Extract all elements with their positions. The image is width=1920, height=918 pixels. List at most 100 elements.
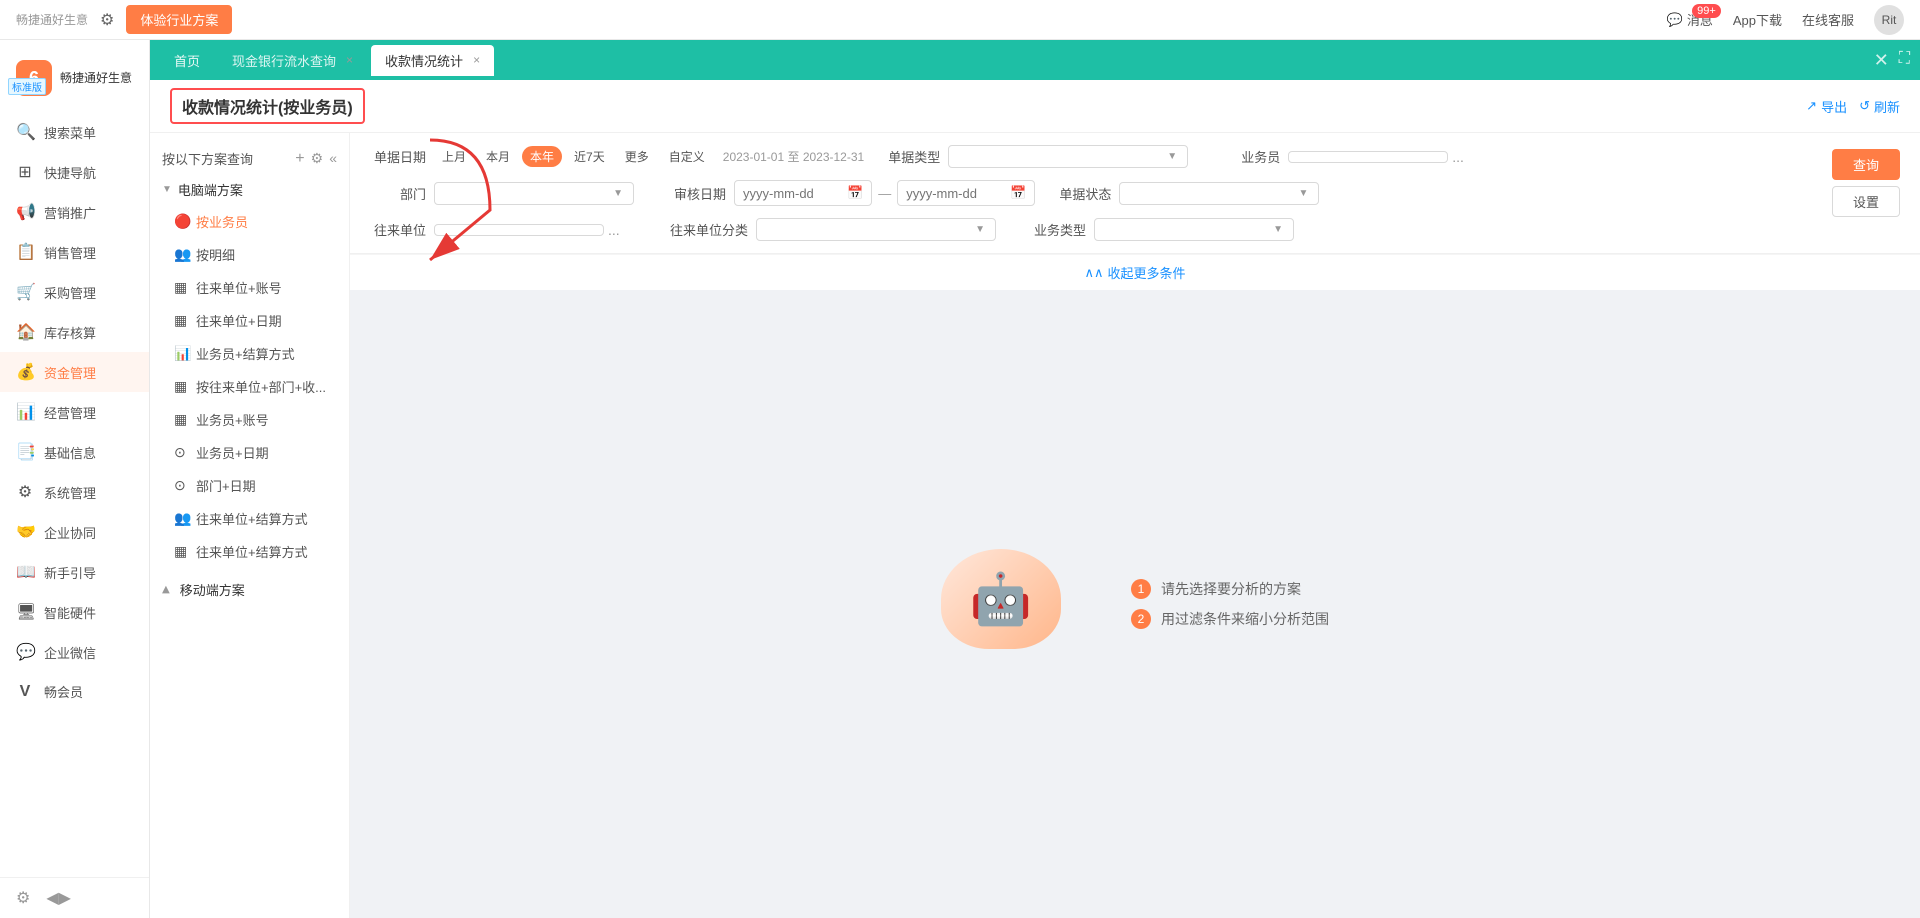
calendar-start-icon[interactable]: 📅 [847, 185, 863, 201]
trial-button[interactable]: 体验行业方案 [126, 5, 232, 34]
sidebar-item-finance[interactable]: 💰 资金管理 [0, 352, 149, 392]
online-service-btn[interactable]: 在线客服 [1802, 10, 1854, 29]
sidebar-label-inventory: 库存核算 [44, 323, 96, 342]
scheme-settings-icon[interactable]: ⚙ [311, 150, 324, 168]
review-date-end-wrap[interactable]: 📅 [897, 180, 1035, 206]
business-type-control: ▼ [1094, 218, 1310, 241]
export-button[interactable]: ↗ 导出 [1806, 97, 1847, 116]
tab-bank-close[interactable]: × [346, 53, 353, 67]
scheme-icon-sales-payment: 📊 [174, 345, 190, 362]
left-panel-header: 按以下方案查询 + ⚙ « [150, 143, 349, 174]
review-date-end[interactable] [906, 186, 1006, 201]
sidebar-settings-icon[interactable]: ⚙ [16, 888, 30, 908]
scheme-item-detail[interactable]: 👥 按明细 [150, 238, 349, 271]
sidebar-item-search[interactable]: 🔍 搜索菜单 [0, 112, 149, 152]
sidebar-collapse-icon[interactable]: ◀▶ [46, 888, 71, 908]
app-download-btn[interactable]: App下载 [1733, 10, 1782, 29]
basic-icon: 📑 [16, 442, 34, 462]
business-type-select[interactable]: ▼ [1094, 218, 1294, 241]
tab-home[interactable]: 首页 [160, 45, 214, 76]
search-icon: 🔍 [16, 122, 34, 142]
refresh-button[interactable]: ↺ 刷新 [1859, 97, 1900, 116]
gear-icon[interactable]: ⚙ [100, 10, 114, 30]
scheme-item-sales-payment[interactable]: 📊 业务员+结算方式 [150, 337, 349, 370]
sidebar-item-basic[interactable]: 📑 基础信息 [0, 432, 149, 472]
sidebar-item-marketing[interactable]: 📢 营销推广 [0, 192, 149, 232]
tab-receipts[interactable]: 收款情况统计 × [371, 45, 494, 76]
mobile-scheme-title[interactable]: ▶ 移动端方案 [150, 574, 349, 605]
finance-icon: 💰 [16, 362, 34, 382]
date-tab-this-month[interactable]: 本月 [478, 146, 518, 167]
counterparty-cat-label: 往来单位分类 [670, 220, 748, 239]
salesperson-select[interactable] [1288, 151, 1448, 163]
sidebar-item-nav[interactable]: ⊞ 快捷导航 [0, 152, 149, 192]
collapse-bar[interactable]: ∧∧ 收起更多条件 [350, 254, 1920, 290]
breadcrumb: 畅捷通好生意 [16, 11, 88, 28]
add-scheme-icon[interactable]: + [295, 150, 304, 168]
tab-bank[interactable]: 现金银行流水查询 × [218, 45, 367, 76]
user-avatar[interactable]: Rit [1874, 5, 1904, 35]
scheme-item-salesperson[interactable]: 🔴 按业务员 [150, 205, 349, 238]
scheme-item-partner-dept[interactable]: ▦ 按往来单位+部门+收... [150, 370, 349, 403]
sidebar-label-guide: 新手引导 [44, 563, 96, 582]
tab-bar-right: ✕ ⛶ [1874, 50, 1910, 71]
content-area: 首页 现金银行流水查询 × 收款情况统计 × ✕ ⛶ 收款情况统计(按业务员) … [150, 40, 1920, 918]
scheme-item-sales-date[interactable]: ⊙ 业务员+日期 [150, 436, 349, 469]
scheme-label-partner-dept: 按往来单位+部门+收... [196, 377, 326, 396]
sidebar-item-vip[interactable]: V 畅会员 [0, 672, 149, 711]
sidebar-item-operation[interactable]: 📊 经营管理 [0, 392, 149, 432]
sidebar-item-inventory[interactable]: 🏠 库存核算 [0, 312, 149, 352]
sidebar-item-purchase[interactable]: 🛒 采购管理 [0, 272, 149, 312]
filter-doc-type: 单据类型 ▼ [884, 145, 1204, 168]
scheme-item-sales-account[interactable]: ▦ 业务员+账号 [150, 403, 349, 436]
date-tab-this-year[interactable]: 本年 [522, 146, 562, 167]
sidebar-item-guide[interactable]: 📖 新手引导 [0, 552, 149, 592]
counterparty-cat-select[interactable]: ▼ [756, 218, 996, 241]
doc-type-select[interactable]: ▼ [948, 145, 1188, 168]
collapse-label: 收起更多条件 [1108, 263, 1186, 282]
sidebar-item-system[interactable]: ⚙ 系统管理 [0, 472, 149, 512]
review-date-control: 📅 — 📅 [734, 180, 1035, 206]
review-date-start[interactable] [743, 186, 843, 201]
doc-type-control: ▼ [948, 145, 1204, 168]
dept-select[interactable]: ▼ [434, 182, 634, 205]
review-date-start-wrap[interactable]: 📅 [734, 180, 872, 206]
date-separator: — [878, 186, 891, 201]
scheme-item-partner-date[interactable]: ▦ 往来单位+日期 [150, 304, 349, 337]
counterparty-select[interactable] [434, 224, 604, 236]
collapse-panel-icon[interactable]: « [329, 150, 337, 168]
doc-status-select[interactable]: ▼ [1119, 182, 1319, 205]
salesperson-more-icon[interactable]: ... [1452, 149, 1464, 165]
date-tab-custom[interactable]: 自定义 [661, 146, 713, 167]
date-tab-last-month[interactable]: 上月 [434, 146, 474, 167]
calendar-end-icon[interactable]: 📅 [1010, 185, 1026, 201]
date-tab-more[interactable]: 更多 [617, 146, 657, 167]
tab-receipts-close[interactable]: × [473, 53, 480, 67]
sidebar-label-sales: 销售管理 [44, 243, 96, 262]
message-btn[interactable]: 💬 99+ 消息 [1667, 10, 1713, 29]
query-button[interactable]: 查询 [1832, 149, 1900, 180]
scheme-item-dept-date[interactable]: ⊙ 部门+日期 [150, 469, 349, 502]
sidebar-item-wechat[interactable]: 💬 企业微信 [0, 632, 149, 672]
tab-expand-icon[interactable]: ⛶ [1899, 50, 1910, 71]
desktop-scheme-title[interactable]: ▼ 电脑端方案 [150, 174, 349, 205]
scheme-icon-sales-date: ⊙ [174, 444, 190, 461]
counterparty-more-icon[interactable]: ... [608, 222, 620, 238]
date-tab-7days[interactable]: 近7天 [566, 146, 613, 167]
tab-bar: 首页 现金银行流水查询 × 收款情况统计 × ✕ ⛶ [150, 40, 1920, 80]
sidebar-item-hardware[interactable]: 🖥 智能硬件 [0, 592, 149, 632]
message-icon: 💬 [1667, 12, 1683, 28]
settings-button[interactable]: 设置 [1832, 186, 1900, 217]
scheme-item-partner-account[interactable]: ▦ 往来单位+账号 [150, 271, 349, 304]
filter-salesperson: 业务员 ... [1224, 147, 1464, 166]
scheme-item-partner-payment2[interactable]: ▦ 往来单位+结算方式 [150, 535, 349, 568]
sidebar-item-enterprise[interactable]: 🤝 企业协同 [0, 512, 149, 552]
sidebar-item-sales[interactable]: 📋 销售管理 [0, 232, 149, 272]
business-type-label: 业务类型 [1030, 220, 1086, 239]
filter-doc-date: 单据日期 上月 本月 本年 近7天 更多 自定义 [370, 146, 864, 167]
filter-row-1: 单据日期 上月 本月 本年 近7天 更多 自定义 [370, 145, 1816, 168]
scheme-item-partner-payment1[interactable]: 👥 往来单位+结算方式 [150, 502, 349, 535]
sidebar-label-wechat: 企业微信 [44, 643, 96, 662]
tab-close-all-icon[interactable]: ✕ [1874, 50, 1889, 71]
scheme-label-salesperson: 按业务员 [196, 212, 248, 231]
